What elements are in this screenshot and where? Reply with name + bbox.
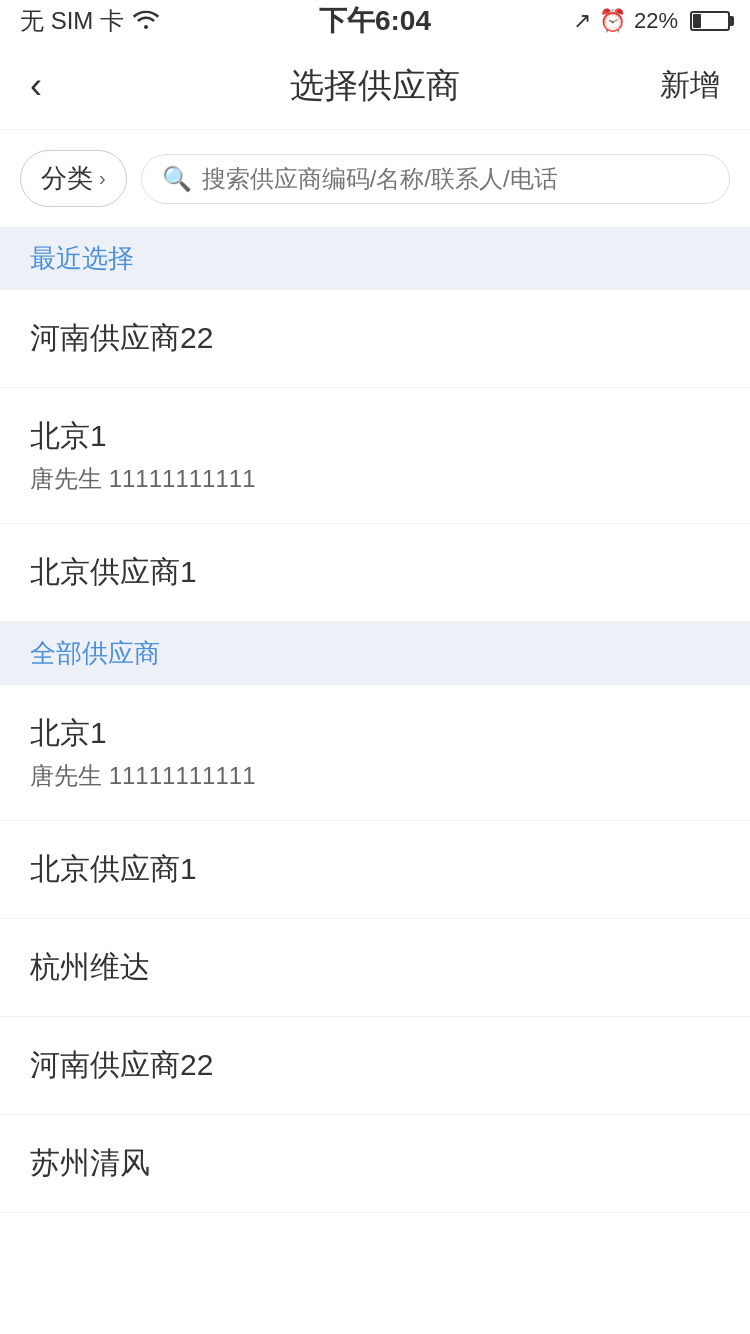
list-item[interactable]: 河南供应商22 (0, 290, 750, 388)
new-button[interactable]: 新增 (660, 65, 720, 106)
item-name: 北京供应商1 (30, 849, 720, 890)
search-box: 🔍 (141, 154, 730, 204)
chevron-right-icon: › (99, 167, 106, 190)
item-sub: 唐先生 11111111111 (30, 463, 720, 495)
nav-bar: ‹ 选择供应商 新增 (0, 42, 750, 130)
category-button[interactable]: 分类 › (20, 150, 127, 207)
battery-label: 22% (634, 8, 678, 34)
status-left: 无 SIM 卡 (20, 5, 160, 37)
item-name: 河南供应商22 (30, 318, 720, 359)
list-item[interactable]: 北京供应商1 (0, 821, 750, 919)
list-item[interactable]: 北京1 唐先生 11111111111 (0, 388, 750, 524)
supplier-list: 最近选择河南供应商22 北京1 唐先生 11111111111 北京供应商1 全部供应商… (0, 227, 750, 1213)
no-sim-label: 无 SIM 卡 (20, 5, 124, 37)
page-title: 选择供应商 (290, 63, 460, 109)
section-header-recent: 最近选择 (0, 227, 750, 290)
item-name: 杭州维达 (30, 947, 720, 988)
wifi-icon (132, 7, 160, 35)
item-name: 北京供应商1 (30, 552, 720, 593)
item-sub: 唐先生 11111111111 (30, 760, 720, 792)
list-item[interactable]: 苏州清风 (0, 1115, 750, 1213)
item-name: 北京1 (30, 416, 720, 457)
status-time: 下午6:04 (319, 2, 431, 40)
list-item[interactable]: 北京1 唐先生 11111111111 (0, 685, 750, 821)
status-bar: 无 SIM 卡 下午6:04 ↗ ⏰ 22% (0, 0, 750, 42)
alarm-icon: ⏰ (599, 8, 626, 34)
list-item[interactable]: 杭州维达 (0, 919, 750, 1017)
category-label: 分类 (41, 161, 93, 196)
section-header-all: 全部供应商 (0, 622, 750, 685)
list-item[interactable]: 北京供应商1 (0, 524, 750, 622)
filter-bar: 分类 › 🔍 (0, 130, 750, 227)
search-input[interactable] (202, 165, 709, 193)
item-name: 苏州清风 (30, 1143, 720, 1184)
search-icon: 🔍 (162, 165, 192, 193)
location-icon: ↗ (573, 8, 591, 34)
back-button[interactable]: ‹ (30, 65, 90, 107)
item-name: 北京1 (30, 713, 720, 754)
battery-icon (690, 11, 730, 31)
status-right: ↗ ⏰ 22% (573, 8, 730, 34)
item-name: 河南供应商22 (30, 1045, 720, 1086)
list-item[interactable]: 河南供应商22 (0, 1017, 750, 1115)
